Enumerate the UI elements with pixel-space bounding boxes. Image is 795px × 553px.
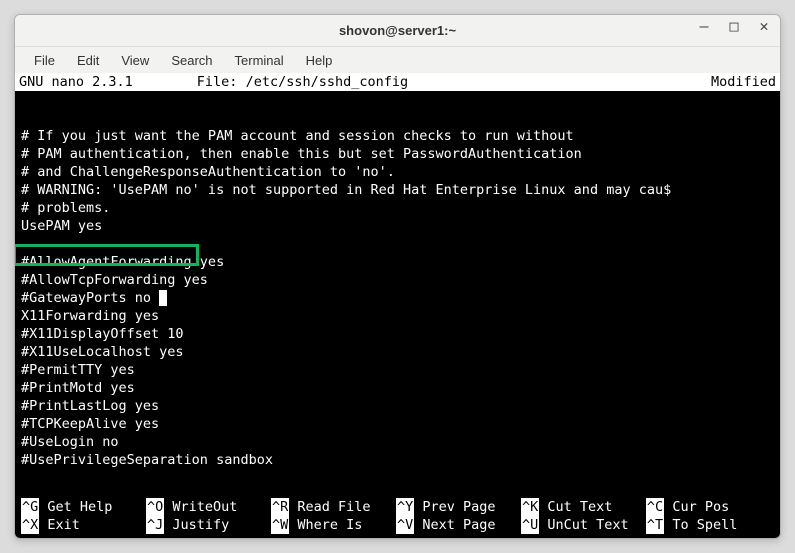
shortcut-key: ^K [521, 498, 539, 516]
shortcut-desc: Prev Page [414, 498, 503, 516]
line: # If you just want the PAM account and s… [21, 128, 574, 144]
nano-app-name: GNU nano 2.3.1 [15, 73, 137, 91]
shortcut-row-1: ^G Get Help ^O WriteOut ^R Read File ^Y … [21, 498, 774, 516]
cursor-icon [159, 290, 167, 306]
nano-header: GNU nano 2.3.1 File: /etc/ssh/sshd_confi… [15, 73, 780, 91]
maximize-icon[interactable]: □ [724, 17, 744, 35]
shortcut-desc: To Spell [664, 516, 753, 534]
shortcut-desc: UnCut Text [539, 516, 628, 534]
shortcut-desc: Get Help [39, 498, 128, 516]
close-icon[interactable]: ✕ [754, 17, 774, 35]
shortcut-row-2: ^X Exit ^J Justify ^W Where Is ^V Next P… [21, 516, 774, 534]
nano-status: Modified [707, 73, 780, 91]
shortcut-key: ^G [21, 498, 39, 516]
editor-content[interactable]: # If you just want the PAM account and s… [15, 91, 780, 487]
terminal-area[interactable]: GNU nano 2.3.1 File: /etc/ssh/sshd_confi… [15, 73, 780, 538]
shortcut-key: ^T [646, 516, 664, 534]
shortcut-key: ^X [21, 516, 39, 534]
nano-shortcuts: ^G Get Help ^O WriteOut ^R Read File ^Y … [21, 498, 774, 534]
menu-terminal[interactable]: Terminal [226, 50, 293, 71]
shortcut-desc: Next Page [414, 516, 503, 534]
nano-file-path: File: /etc/ssh/sshd_config [137, 73, 707, 91]
line: # WARNING: 'UsePAM no' is not supported … [21, 182, 671, 198]
terminal-window: shovon@server1:~ — □ ✕ File Edit View Se… [14, 14, 781, 539]
line: # problems. [21, 200, 110, 216]
shortcut-desc: WriteOut [164, 498, 253, 516]
line: # PAM authentication, then enable this b… [21, 146, 582, 162]
shortcut-key: ^V [396, 516, 414, 534]
shortcut-key: ^Y [396, 498, 414, 516]
shortcut-key: ^U [521, 516, 539, 534]
minimize-icon[interactable]: — [694, 17, 714, 35]
menu-help[interactable]: Help [297, 50, 342, 71]
menubar: File Edit View Search Terminal Help [15, 47, 780, 73]
shortcut-key: ^J [146, 516, 164, 534]
menu-edit[interactable]: Edit [68, 50, 108, 71]
menu-view[interactable]: View [112, 50, 158, 71]
menu-file[interactable]: File [25, 50, 64, 71]
shortcut-desc: Justify [164, 516, 253, 534]
shortcut-desc: Read File [289, 498, 378, 516]
shortcut-desc: Where Is [289, 516, 378, 534]
line: # and ChallengeResponseAuthentication to… [21, 164, 395, 180]
line: X11Forwarding yes [21, 308, 159, 324]
window-controls: — □ ✕ [694, 17, 774, 35]
line: #PrintLastLog yes [21, 398, 159, 414]
line: #TCPKeepAlive yes [21, 416, 159, 432]
line: #PrintMotd yes [21, 380, 135, 396]
titlebar[interactable]: shovon@server1:~ — □ ✕ [15, 15, 780, 47]
shortcut-key: ^W [271, 516, 289, 534]
highlighted-line: #GatewayPorts no [21, 290, 159, 306]
menu-search[interactable]: Search [162, 50, 221, 71]
shortcut-key: ^O [146, 498, 164, 516]
line: #UseLogin no [21, 434, 119, 450]
window-title: shovon@server1:~ [339, 23, 456, 38]
shortcut-key: ^R [271, 498, 289, 516]
line: #X11DisplayOffset 10 [21, 326, 184, 342]
line: #AllowTcpForwarding yes [21, 272, 208, 288]
line: #UsePrivilegeSeparation sandbox [21, 452, 273, 468]
line: #AllowAgentForwarding yes [21, 254, 224, 270]
line: #PermitTTY yes [21, 362, 135, 378]
shortcut-desc: Cut Text [539, 498, 628, 516]
shortcut-desc: Cur Pos [664, 498, 753, 516]
shortcut-key: ^C [646, 498, 664, 516]
line: UsePAM yes [21, 218, 102, 234]
line: #X11UseLocalhost yes [21, 344, 184, 360]
shortcut-desc: Exit [39, 516, 128, 534]
